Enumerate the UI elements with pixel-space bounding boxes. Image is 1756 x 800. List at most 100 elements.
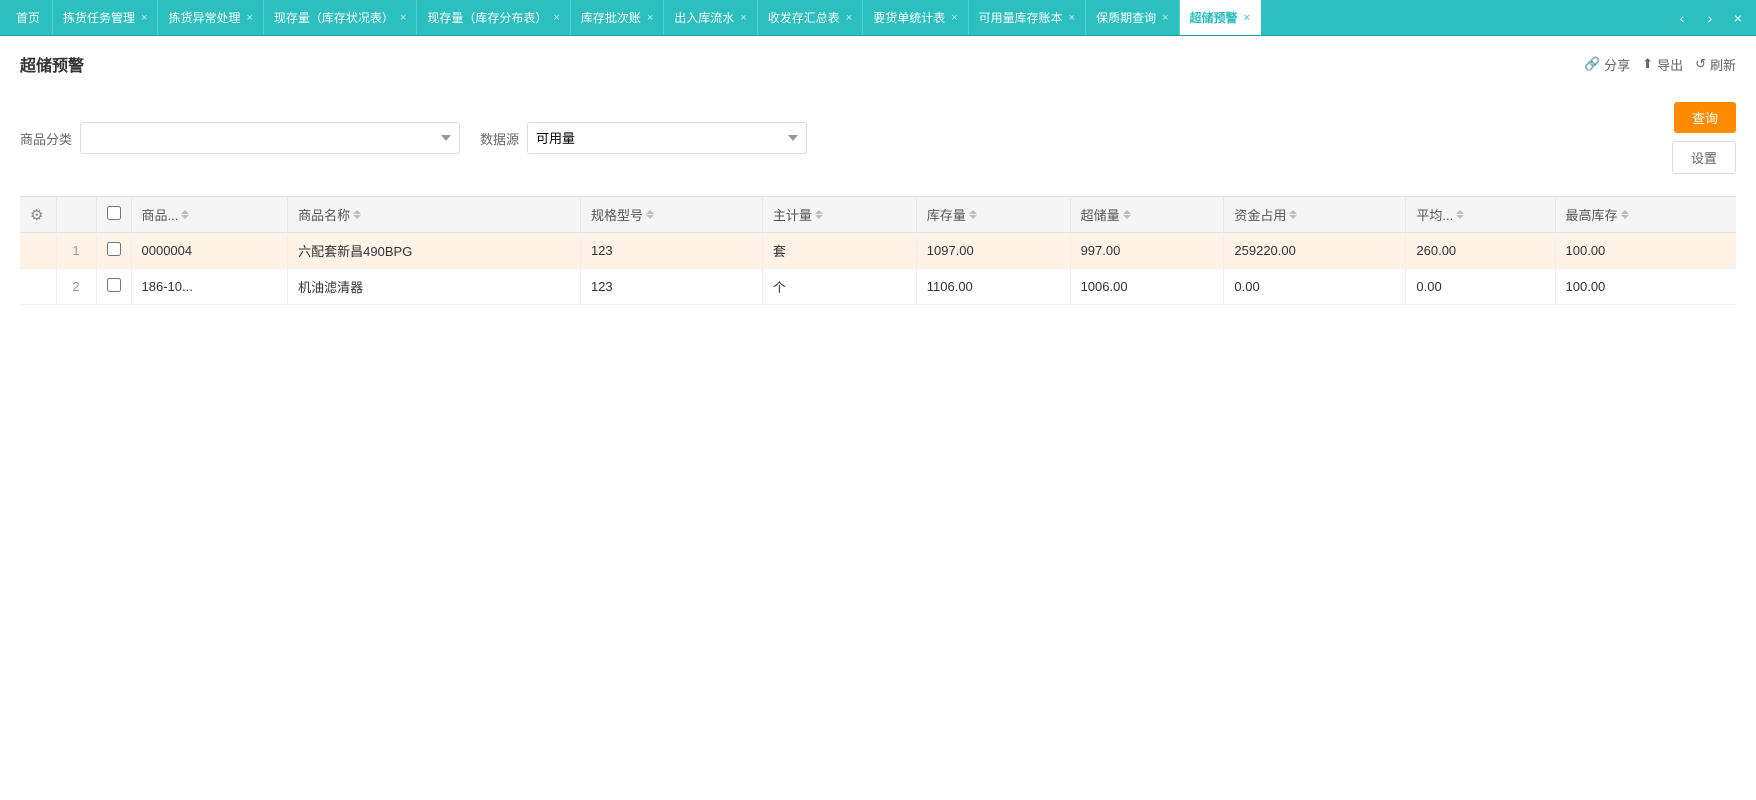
td-maxstock-1: 100.00: [1555, 269, 1736, 305]
datasource-select[interactable]: 可用量: [527, 122, 807, 154]
tab-close-icon[interactable]: ×: [1244, 12, 1250, 24]
sort-icon-unit: [815, 210, 823, 219]
refresh-button[interactable]: ↺ 刷新: [1695, 55, 1736, 74]
export-icon: ⬆: [1642, 56, 1653, 72]
nav-tab-tab-10[interactable]: 保质期查询 ×: [1086, 0, 1179, 36]
row-checkbox-0[interactable]: [107, 242, 121, 256]
th-over[interactable]: 超储量: [1070, 197, 1224, 233]
query-button[interactable]: 查询: [1674, 102, 1736, 133]
nav-tab-tab-5[interactable]: 库存批次账×: [571, 0, 664, 36]
tab-close-icon[interactable]: ×: [1069, 12, 1075, 24]
tab-close-icon[interactable]: ×: [740, 12, 746, 24]
sort-icon-stock: [969, 210, 977, 219]
th-capital[interactable]: 资金占用: [1224, 197, 1406, 233]
filter-category: 商品分类: [20, 122, 460, 154]
share-button[interactable]: 🔗 分享: [1584, 55, 1630, 74]
sort-icon-capital: [1289, 210, 1297, 219]
tab-label: 收发存汇总表: [768, 9, 840, 26]
td-gear-1: [20, 269, 56, 305]
sort-icon-code: [181, 210, 189, 219]
td-unit-1: 个: [762, 269, 916, 305]
th-code[interactable]: 商品...: [131, 197, 288, 233]
share-label: 分享: [1604, 55, 1630, 74]
tab-label: 可用量库存账本: [979, 9, 1063, 26]
nav-tab-tab-1[interactable]: 拣货任务管理×: [53, 0, 158, 36]
nav-tab-tab-8[interactable]: 要货单统计表 ×: [863, 0, 968, 36]
th-stock[interactable]: 库存量: [916, 197, 1070, 233]
td-checkbox-0[interactable]: [96, 233, 131, 269]
nav-tab-tab-7[interactable]: 收发存汇总表 ×: [758, 0, 863, 36]
th-maxstock[interactable]: 最高库存: [1555, 197, 1736, 233]
export-label: 导出: [1657, 55, 1683, 74]
tab-label: 要货单统计表: [873, 9, 945, 26]
th-gear[interactable]: ⚙: [20, 197, 56, 233]
nav-tab-tab-3[interactable]: 现存量（库存状况表）×: [264, 0, 417, 36]
col-spec-label: 规格型号: [591, 205, 643, 224]
tab-label: 超储预警: [1190, 9, 1238, 26]
table-header-row: ⚙ 商品... 商品名称: [20, 197, 1736, 233]
tab-close-icon[interactable]: ×: [1162, 12, 1168, 24]
td-over-0: 997.00: [1070, 233, 1224, 269]
col-name-label: 商品名称: [298, 205, 350, 224]
th-name[interactable]: 商品名称: [288, 197, 581, 233]
tab-label: 拣货异常处理: [168, 9, 240, 26]
table-row: 2 186-10... 机油滤清器 123 个 1106.00 1006.00 …: [20, 269, 1736, 305]
td-capital-0: 259220.00: [1224, 233, 1406, 269]
refresh-label: 刷新: [1710, 55, 1736, 74]
td-stock-1: 1106.00: [916, 269, 1070, 305]
th-spec[interactable]: 规格型号: [580, 197, 762, 233]
nav-arrow-right[interactable]: ›: [1696, 0, 1724, 36]
tab-close-icon[interactable]: ×: [846, 12, 852, 24]
export-button[interactable]: ⬆ 导出: [1642, 55, 1683, 74]
gear-icon: ⚙: [30, 207, 43, 224]
tab-close-icon[interactable]: ×: [141, 12, 147, 24]
nav-tab-tab-9[interactable]: 可用量库存账本 ×: [969, 0, 1086, 36]
tab-close-icon[interactable]: ×: [951, 12, 957, 24]
nav-tab-tab-6[interactable]: 出入库流水 ×: [664, 0, 757, 36]
tab-label: 保质期查询: [1096, 9, 1156, 26]
tab-close-icon[interactable]: ×: [553, 12, 559, 24]
tab-label: 现存量（库存分布表）: [427, 9, 547, 26]
filter-datasource: 数据源 可用量: [480, 122, 807, 154]
page-content: 超储预警 🔗 分享 ⬆ 导出 ↺ 刷新 商品分类 数据源: [0, 36, 1756, 800]
th-num: [56, 197, 96, 233]
category-select[interactable]: [80, 122, 460, 154]
tab-close-icon[interactable]: ×: [400, 12, 406, 24]
setup-button[interactable]: 设置: [1672, 141, 1736, 174]
header-actions: 🔗 分享 ⬆ 导出 ↺ 刷新: [1584, 55, 1736, 74]
nav-tab-tab-2[interactable]: 拣货异常处理 ×: [158, 0, 263, 36]
tab-close-icon[interactable]: ×: [647, 12, 653, 24]
nav-arrow-close[interactable]: ×: [1724, 0, 1752, 36]
sort-icon-avg: [1456, 210, 1464, 219]
nav-arrows: ‹ › ×: [1668, 0, 1752, 36]
td-name-1: 机油滤清器: [288, 269, 581, 305]
nav-arrow-left[interactable]: ‹: [1668, 0, 1696, 36]
category-label: 商品分类: [20, 129, 72, 148]
select-all-checkbox[interactable]: [107, 206, 121, 220]
td-num-0: 1: [56, 233, 96, 269]
td-avg-0: 260.00: [1406, 233, 1555, 269]
th-avg[interactable]: 平均...: [1406, 197, 1555, 233]
td-spec-0: 123: [580, 233, 762, 269]
nav-tab-tab-11[interactable]: 超储预警 ×: [1180, 0, 1261, 36]
nav-tab-tab-4[interactable]: 现存量（库存分布表） ×: [417, 0, 570, 36]
share-icon: 🔗: [1584, 56, 1600, 72]
page-header: 超储预警 🔗 分享 ⬆ 导出 ↺ 刷新: [20, 52, 1736, 76]
td-checkbox-1[interactable]: [96, 269, 131, 305]
sort-icon-maxstock: [1621, 210, 1629, 219]
page-title: 超储预警: [20, 52, 84, 76]
tab-label: 出入库流水: [674, 9, 734, 26]
sort-icon-over: [1123, 210, 1131, 219]
th-unit[interactable]: 主计量: [762, 197, 916, 233]
sort-icon-spec: [646, 210, 654, 219]
tab-close-icon[interactable]: ×: [246, 12, 252, 24]
nav-home[interactable]: 首页: [4, 0, 53, 36]
td-gear-0: [20, 233, 56, 269]
th-checkbox[interactable]: [96, 197, 131, 233]
td-name-0: 六配套新昌490BPG: [288, 233, 581, 269]
td-num-1: 2: [56, 269, 96, 305]
td-unit-0: 套: [762, 233, 916, 269]
sort-icon-name: [353, 210, 361, 219]
row-checkbox-1[interactable]: [107, 278, 121, 292]
col-stock-label: 库存量: [927, 205, 966, 224]
